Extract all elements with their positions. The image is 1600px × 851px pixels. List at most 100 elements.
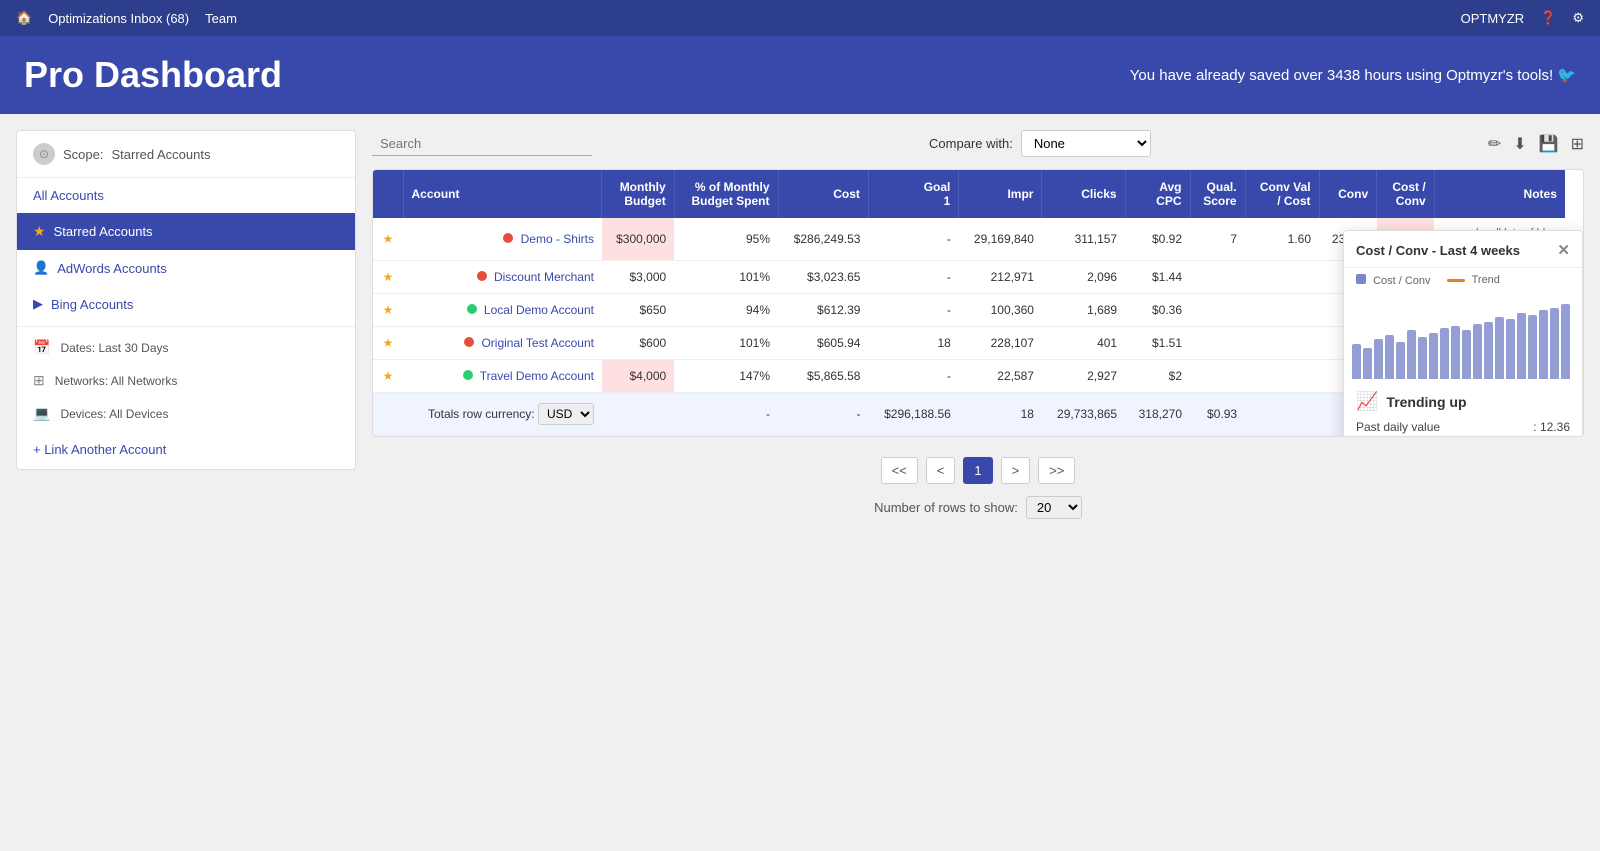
star-cell-4[interactable]: ★ <box>373 360 403 393</box>
totals-cost: $296,188.56 <box>868 393 958 436</box>
status-dot-3 <box>464 337 474 347</box>
impr-cell-1: 212,971 <box>959 261 1042 294</box>
budget-cell-3: $600 <box>602 327 674 360</box>
user-label: OPTMYZR <box>1461 11 1525 26</box>
impr-cell-0: 29,169,840 <box>959 218 1042 261</box>
save-icon[interactable]: 💾 <box>1539 134 1559 154</box>
account-cell-4: Travel Demo Account <box>403 360 602 393</box>
popup-close-button[interactable]: ✕ <box>1557 241 1570 259</box>
scope-value: Starred Accounts <box>111 147 210 162</box>
chart-bar-3 <box>1385 335 1394 379</box>
totals-impr: 29,733,865 <box>1042 393 1125 436</box>
page-title: Pro Dashboard <box>24 54 282 96</box>
top-nav-right: OPTMYZR ❓ ⚙ <box>1461 10 1584 26</box>
qual-score-cell-3 <box>1190 327 1245 360</box>
col-cost-conv: Cost /Conv <box>1377 170 1435 218</box>
avg-cpc-cell-2: $0.36 <box>1125 294 1190 327</box>
networks-label: Networks: All Networks <box>55 374 178 388</box>
totals-goal: 18 <box>959 393 1042 436</box>
sidebar-item-bing-accounts[interactable]: ▶ Bing Accounts <box>17 286 355 322</box>
goal-cell-1: - <box>868 261 958 294</box>
popup-stats: Past daily value : 12.36 Recent daily va… <box>1344 416 1582 437</box>
grid-icon[interactable]: ⊞ <box>1571 134 1584 154</box>
link-account-button[interactable]: + Link Another Account <box>17 430 355 469</box>
popup-header: Cost / Conv - Last 4 weeks ✕ <box>1344 231 1582 268</box>
star-cell-0[interactable]: ★ <box>373 218 403 261</box>
page-subtitle: You have already saved over 3438 hours u… <box>1130 66 1576 84</box>
chart-bar-18 <box>1550 308 1559 379</box>
totals-dash1: - <box>674 393 778 436</box>
rows-select[interactable]: 20 50 100 <box>1026 496 1082 519</box>
budget-cell-4: $4,000 <box>602 360 674 393</box>
body-layout: ⊙ Scope: Starred Accounts All Accounts ★… <box>0 114 1600 535</box>
first-page-button[interactable]: << <box>881 457 918 484</box>
clicks-cell-1: 2,096 <box>1042 261 1125 294</box>
sidebar-filter-networks[interactable]: ⊞ Networks: All Networks <box>17 364 355 397</box>
search-input[interactable] <box>372 132 592 156</box>
col-qual-score: Qual.Score <box>1190 170 1245 218</box>
currency-select[interactable]: USD EUR GBP <box>538 403 594 425</box>
totals-qual <box>1245 393 1319 436</box>
all-accounts-label: All Accounts <box>33 188 104 203</box>
col-impr: Impr <box>959 170 1042 218</box>
star-cell-1[interactable]: ★ <box>373 261 403 294</box>
scope-icon: ⊙ <box>33 143 55 165</box>
next-page-button[interactable]: > <box>1001 457 1031 484</box>
popup-legend: Cost / Conv Trend <box>1344 268 1582 293</box>
budget-cell-1: $3,000 <box>602 261 674 294</box>
settings-icon[interactable]: ⚙ <box>1572 10 1584 26</box>
avg-cpc-cell-1: $1.44 <box>1125 261 1190 294</box>
networks-icon: ⊞ <box>33 372 45 389</box>
pct-budget-cell-3: 101% <box>674 327 778 360</box>
help-icon[interactable]: ❓ <box>1540 10 1556 26</box>
goal-cell-3: 18 <box>868 327 958 360</box>
col-avg-cpc: AvgCPC <box>1125 170 1190 218</box>
inbox-label[interactable]: Optimizations Inbox (68) <box>48 11 189 26</box>
star-cell-2[interactable]: ★ <box>373 294 403 327</box>
devices-icon: 💻 <box>33 405 50 422</box>
account-link-4[interactable]: Travel Demo Account <box>480 369 594 383</box>
goal-cell-0: - <box>868 218 958 261</box>
qual-score-cell-0: 7 <box>1190 218 1245 261</box>
star-cell-3[interactable]: ★ <box>373 327 403 360</box>
last-page-button[interactable]: >> <box>1038 457 1075 484</box>
chart-bar-2 <box>1374 339 1383 379</box>
past-daily-row: Past daily value : 12.36 <box>1356 418 1570 436</box>
compare-select[interactable]: None Previous Period Previous Year <box>1021 130 1151 157</box>
totals-clicks: 318,270 <box>1125 393 1190 436</box>
team-label[interactable]: Team <box>205 11 237 26</box>
sidebar-item-starred-accounts[interactable]: ★ Starred Accounts <box>17 213 355 250</box>
account-cell-1: Discount Merchant <box>403 261 602 294</box>
sidebar-filter-dates[interactable]: 📅 Dates: Last 30 Days <box>17 331 355 364</box>
clicks-cell-2: 1,689 <box>1042 294 1125 327</box>
current-page-button[interactable]: 1 <box>963 457 992 484</box>
home-icon[interactable]: 🏠 <box>16 10 32 26</box>
sidebar-scope: ⊙ Scope: Starred Accounts <box>17 131 355 178</box>
chart-bar-13 <box>1495 317 1504 379</box>
avg-cpc-cell-3: $1.51 <box>1125 327 1190 360</box>
col-account: Account <box>403 170 602 218</box>
account-link-2[interactable]: Local Demo Account <box>484 303 594 317</box>
adwords-icon: 👤 <box>33 260 49 276</box>
col-notes: Notes <box>1434 170 1565 218</box>
sidebar-filter-devices[interactable]: 💻 Devices: All Devices <box>17 397 355 430</box>
avg-cpc-cell-4: $2 <box>1125 360 1190 393</box>
legend-line-dot <box>1447 279 1465 282</box>
sidebar-item-all-accounts[interactable]: All Accounts <box>17 178 355 213</box>
account-link-3[interactable]: Original Test Account <box>481 336 594 350</box>
cost-cell-1: $3,023.65 <box>778 261 868 294</box>
prev-page-button[interactable]: < <box>926 457 956 484</box>
account-link-1[interactable]: Discount Merchant <box>494 270 594 284</box>
chart-bar-15 <box>1517 313 1526 379</box>
popup-title: Cost / Conv - Last 4 weeks <box>1356 243 1520 258</box>
cost-conv-popup: Cost / Conv - Last 4 weeks ✕ Cost / Conv… <box>1343 230 1583 437</box>
qual-score-cell-1 <box>1190 261 1245 294</box>
sidebar-item-adwords-accounts[interactable]: 👤 AdWords Accounts <box>17 250 355 286</box>
status-dot-1 <box>477 271 487 281</box>
star-icon: ★ <box>33 223 46 240</box>
page-header: Pro Dashboard You have already saved ove… <box>0 36 1600 114</box>
download-icon[interactable]: ⬇ <box>1513 134 1526 154</box>
account-link-0[interactable]: Demo - Shirts <box>521 232 594 246</box>
edit-icon[interactable]: ✏ <box>1488 134 1501 154</box>
totals-dash2: - <box>778 393 868 436</box>
